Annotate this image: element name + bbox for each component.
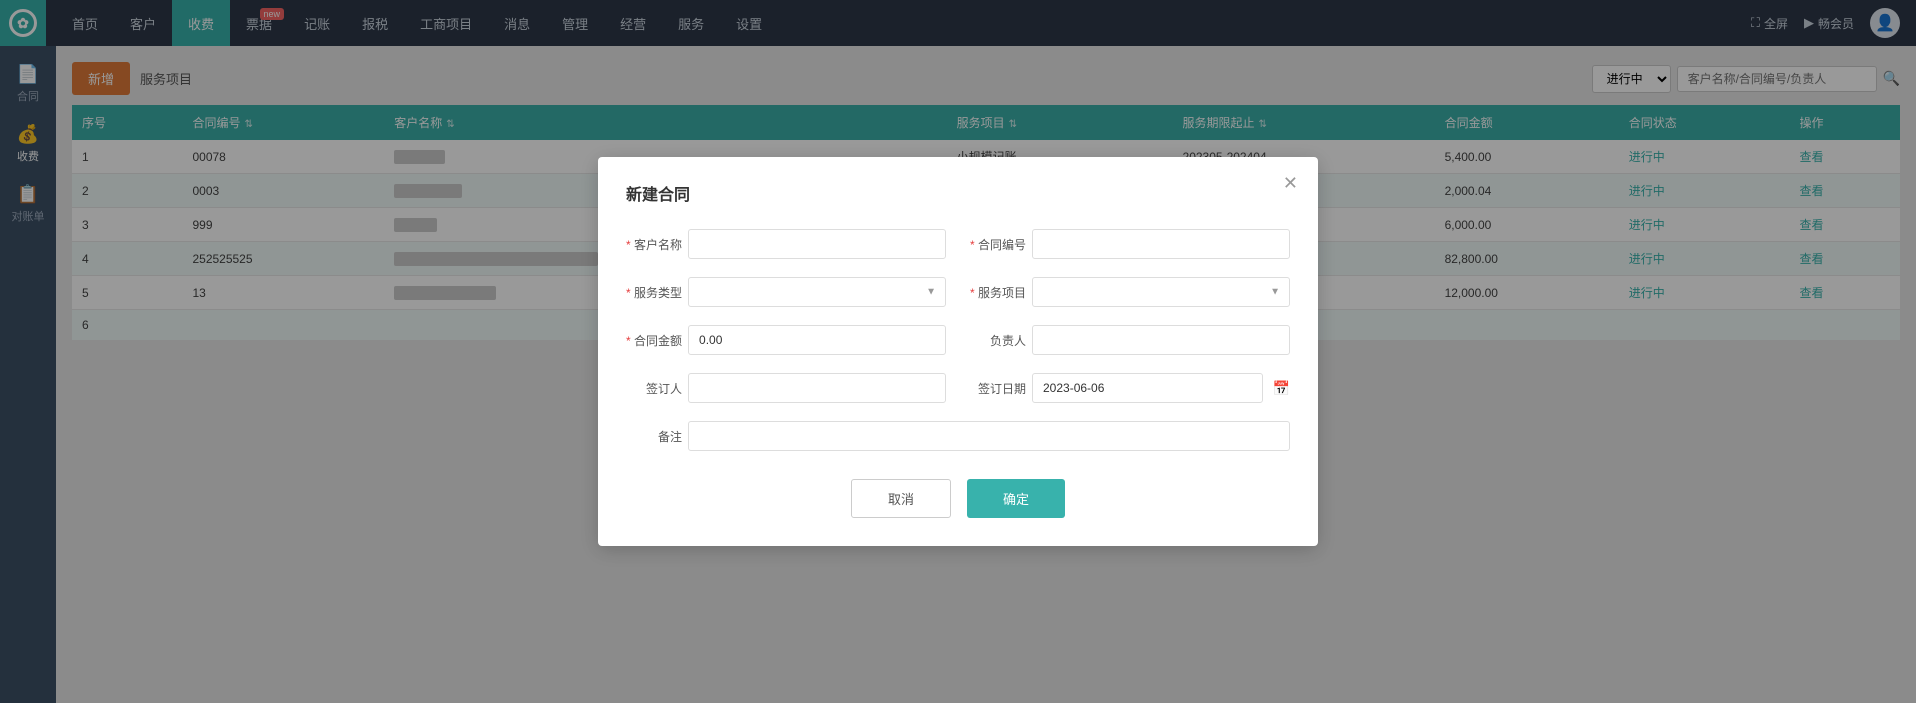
- form-group-note: 备注: [626, 421, 1290, 451]
- form-group-amount: 合同金额: [626, 325, 946, 355]
- responsible-label: 负责人: [970, 332, 1026, 349]
- sign-date-label: 签订日期: [970, 380, 1026, 397]
- amount-label: 合同金额: [626, 332, 682, 349]
- signer-label: 签订人: [626, 380, 682, 397]
- sign-date-input[interactable]: [1032, 373, 1263, 403]
- form-row-1: 客户名称 合同编号: [626, 229, 1290, 259]
- form-group-customer: 客户名称: [626, 229, 946, 259]
- form-group-contract-no: 合同编号: [970, 229, 1290, 259]
- signer-input[interactable]: [688, 373, 946, 403]
- form-row-2: 服务类型 ▼ 服务项目 ▼: [626, 277, 1290, 307]
- form-row-4: 签订人 签订日期 📅: [626, 373, 1290, 403]
- service-item-select[interactable]: [1032, 277, 1290, 307]
- modal-title: 新建合同: [626, 181, 1290, 205]
- note-label: 备注: [626, 428, 682, 445]
- form-group-responsible: 负责人: [970, 325, 1290, 355]
- modal-footer: 取消 确定: [626, 479, 1290, 518]
- form-row-3: 合同金额 负责人: [626, 325, 1290, 355]
- customer-label: 客户名称: [626, 236, 682, 253]
- form-row-5: 备注: [626, 421, 1290, 451]
- customer-input[interactable]: [688, 229, 946, 259]
- cancel-button[interactable]: 取消: [851, 479, 951, 518]
- amount-input[interactable]: [688, 325, 946, 355]
- form-group-service-item: 服务项目 ▼: [970, 277, 1290, 307]
- service-item-select-wrapper: ▼: [1032, 277, 1290, 307]
- note-input[interactable]: [688, 421, 1290, 451]
- form-group-signer: 签订人: [626, 373, 946, 403]
- modal-close-button[interactable]: ✕: [1283, 173, 1298, 194]
- service-item-label: 服务项目: [970, 284, 1026, 301]
- contract-no-input[interactable]: [1032, 229, 1290, 259]
- service-type-select-wrapper: ▼: [688, 277, 946, 307]
- service-type-select[interactable]: [688, 277, 946, 307]
- calendar-icon[interactable]: 📅: [1273, 380, 1290, 397]
- service-type-label: 服务类型: [626, 284, 682, 301]
- responsible-input[interactable]: [1032, 325, 1290, 355]
- form-group-sign-date: 签订日期 📅: [970, 373, 1290, 403]
- confirm-button[interactable]: 确定: [967, 479, 1065, 518]
- modal-overlay[interactable]: 新建合同 ✕ 客户名称 合同编号 服务类型 ▼ 服务项目: [0, 0, 1916, 703]
- form-group-service-type: 服务类型 ▼: [626, 277, 946, 307]
- contract-no-label: 合同编号: [970, 236, 1026, 253]
- modal-new-contract: 新建合同 ✕ 客户名称 合同编号 服务类型 ▼ 服务项目: [598, 157, 1318, 546]
